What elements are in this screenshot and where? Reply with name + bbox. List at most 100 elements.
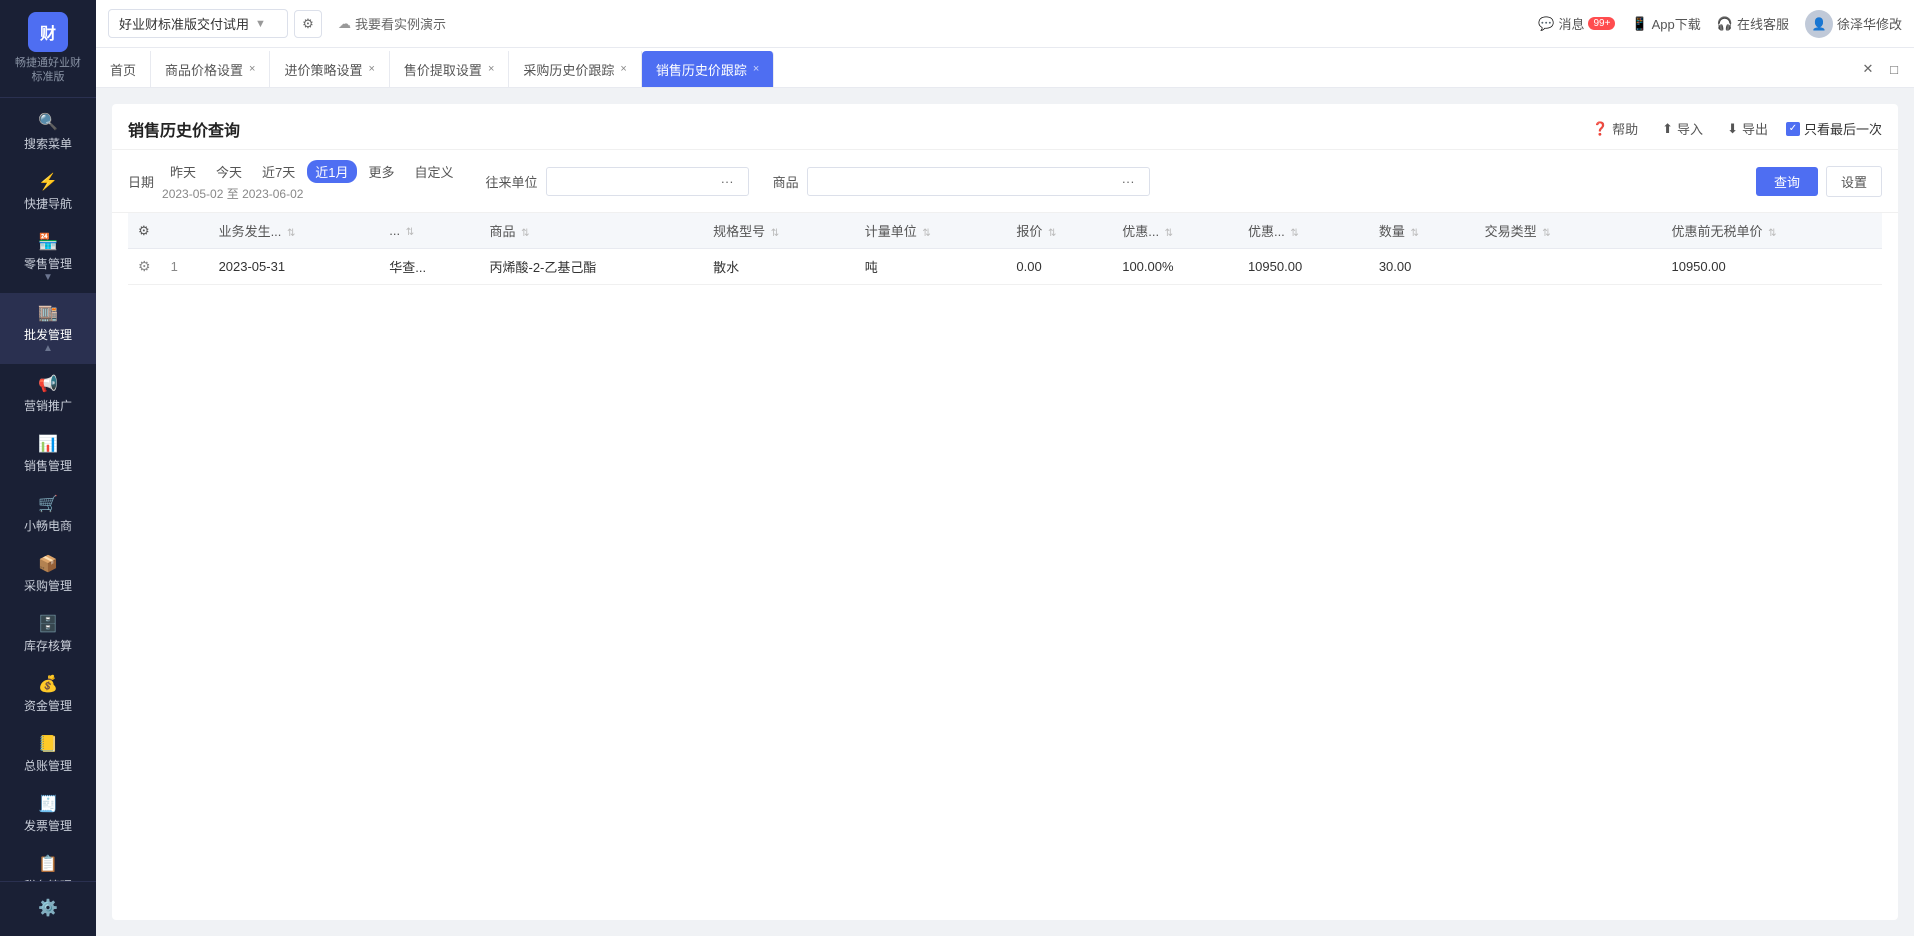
only-last-checkbox-label[interactable]: ✓ 只看最后一次 [1786,119,1882,138]
sidebar-logo: 财 畅捷通好业财标准版 [0,0,96,98]
gear-header-icon[interactable]: ⚙ [138,223,150,238]
sidebar-item-ledger[interactable]: 📒 总账管理 [0,724,96,784]
tab-purchase-strategy-close[interactable]: × [368,63,374,75]
tab-purchase-strategy[interactable]: 进价策略设置 × [270,51,389,87]
app-download-button[interactable]: 📱 App下载 [1631,14,1700,33]
quicknav-icon: ⚡ [38,172,58,192]
th-spec[interactable]: 规格型号 ⇅ [703,213,855,249]
sort-icon-spec: ⇅ [771,228,779,239]
th-quantity[interactable]: 数量 ⇅ [1369,213,1475,249]
tab-product-price-close[interactable]: × [249,63,255,75]
product-more-button[interactable]: ··· [1116,171,1141,192]
sidebar-item-search[interactable]: 🔍 搜索菜单 [0,102,96,162]
th-pretax-price[interactable]: 优惠前无税单价 ⇅ [1661,213,1882,249]
workspace-settings-button[interactable]: ⚙ [294,10,322,38]
tab-product-price-label: 商品价格设置 [165,60,243,79]
search-icon: 🔍 [38,112,58,132]
wholesale-icon: 🏬 [38,303,58,323]
only-last-checkbox[interactable]: ✓ [1786,122,1800,136]
date-opt-more[interactable]: 更多 [361,160,403,183]
export-button[interactable]: ⬇ 导出 [1721,116,1774,141]
tab-product-price[interactable]: 商品价格设置 × [151,51,270,87]
th-product[interactable]: 商品 ⇅ [479,213,703,249]
th-price[interactable]: 报价 ⇅ [1006,213,1112,249]
help-button[interactable]: ❓ 帮助 [1586,116,1644,141]
th-discount-amt[interactable]: 优惠... ⇅ [1238,213,1369,249]
sidebar-item-finance[interactable]: 💰 资金管理 [0,664,96,724]
sidebar-quicknav-label: 快捷导航 [24,195,72,212]
demo-label: 我要看实例演示 [355,14,446,33]
user-menu[interactable]: 👤 徐泽华修改 [1805,10,1902,38]
message-label: 消息 [1558,14,1584,33]
table-header: ⚙ 业务发生... ⇅ ... ⇅ 商品 ⇅ [128,213,1882,249]
panel-header: 销售历史价查询 ❓ 帮助 ⬆ 导入 ⬇ 导出 ✓ [112,104,1898,150]
product-input[interactable] [816,174,1116,189]
date-filter-label: 日期 [128,172,154,191]
invoice-icon: 🧾 [38,794,58,814]
tax-icon: 📋 [38,854,58,874]
td-spacer [1626,249,1661,285]
sidebar-item-sales[interactable]: 📊 销售管理 [0,424,96,484]
th-business-date[interactable]: 业务发生... ⇅ [209,213,380,249]
supplier-more-button[interactable]: ··· [715,171,740,192]
tab-maximize-button[interactable]: □ [1882,57,1906,81]
topbar-right: 💬 消息 99+ 📱 App下载 🎧 在线客服 👤 徐泽华修改 [1538,10,1902,38]
tab-home[interactable]: 首页 [96,51,151,87]
sidebar-item-inventory[interactable]: 🗄️ 库存核算 [0,604,96,664]
sidebar-item-marketing[interactable]: 📢 营销推广 [0,364,96,424]
workspace-dropdown[interactable]: 好业财标准版交付试用 ▼ [108,9,288,38]
td-pretax-price: 10950.00 [1661,249,1882,285]
tab-purchase-history-close[interactable]: × [620,63,626,75]
th-unit[interactable]: 计量单位 ⇅ [855,213,1007,249]
chevron-down-icon: ▼ [43,272,53,283]
date-opt-today[interactable]: 今天 [208,160,250,183]
sidebar-item-retail[interactable]: 🏪 零售管理 ▼ [0,222,96,293]
online-service-button[interactable]: 🎧 在线客服 [1717,14,1789,33]
filter-settings-button[interactable]: 设置 [1826,166,1882,197]
date-opt-yesterday[interactable]: 昨天 [162,160,204,183]
sidebar-item-purchase[interactable]: 📦 采购管理 [0,544,96,604]
ecommerce-small-icon: 🛒 [38,494,58,514]
import-icon: ⬆ [1662,121,1673,137]
sort-icon-quantity: ⇅ [1410,228,1418,239]
sidebar-settings[interactable]: ⚙️ [34,890,62,928]
td-price: 0.00 [1006,249,1112,285]
date-opt-custom[interactable]: 自定义 [407,160,462,183]
date-opt-last1m[interactable]: 近1月 [307,160,356,183]
td-business-date: 2023-05-31 [209,249,380,285]
tab-price-extract-close[interactable]: × [488,63,494,75]
sidebar-item-ecommerce-small[interactable]: 🛒 小畅电商 [0,484,96,544]
inventory-icon: 🗄️ [38,614,58,634]
demo-button[interactable]: ☁ 我要看实例演示 [338,14,446,33]
page-title: 销售历史价查询 [128,117,240,141]
supplier-input[interactable] [555,174,715,189]
topbar: 好业财标准版交付试用 ▼ ⚙ ☁ 我要看实例演示 💬 消息 99+ 📱 App下… [96,0,1914,48]
panel-actions: ❓ 帮助 ⬆ 导入 ⬇ 导出 ✓ 只看最后一次 [1586,116,1882,141]
date-opt-last7[interactable]: 近7天 [254,160,303,183]
row-gear-button[interactable]: ⚙ [138,258,151,274]
sort-icon-discount-pct: ⇅ [1165,228,1173,239]
sidebar-item-wholesale[interactable]: 🏬 批发管理 ▲ [0,293,96,364]
only-last-label: 只看最后一次 [1804,119,1882,138]
sidebar-item-invoice[interactable]: 🧾 发票管理 [0,784,96,844]
tab-sales-history-label: 销售历史价跟踪 [656,60,747,79]
tab-sales-history[interactable]: 销售历史价跟踪 × [642,51,774,87]
message-badge: 99+ [1588,17,1615,30]
th-discount-pct[interactable]: 优惠... ⇅ [1112,213,1238,249]
import-button[interactable]: ⬆ 导入 [1656,116,1709,141]
tab-sales-history-close[interactable]: × [753,63,759,75]
th-transaction-type[interactable]: 交易类型 ⇅ [1475,213,1627,249]
user-name: 徐泽华修改 [1837,14,1902,33]
sidebar-item-quicknav[interactable]: ⚡ 快捷导航 [0,162,96,222]
chevron-up-icon: ▲ [43,343,53,354]
th-extra[interactable]: ... ⇅ [379,213,479,249]
help-icon: ❓ [1592,121,1608,137]
tab-price-extract[interactable]: 售价提取设置 × [390,51,509,87]
message-button[interactable]: 💬 消息 99+ [1538,14,1615,33]
tab-close-button[interactable]: ✕ [1856,57,1880,81]
tab-purchase-history[interactable]: 采购历史价跟踪 × [509,51,641,87]
sidebar-item-tax[interactable]: 📋 税务管理 [0,844,96,881]
query-button[interactable]: 查询 [1756,167,1818,196]
td-num: 1 [161,249,209,285]
export-label: 导出 [1742,119,1768,138]
